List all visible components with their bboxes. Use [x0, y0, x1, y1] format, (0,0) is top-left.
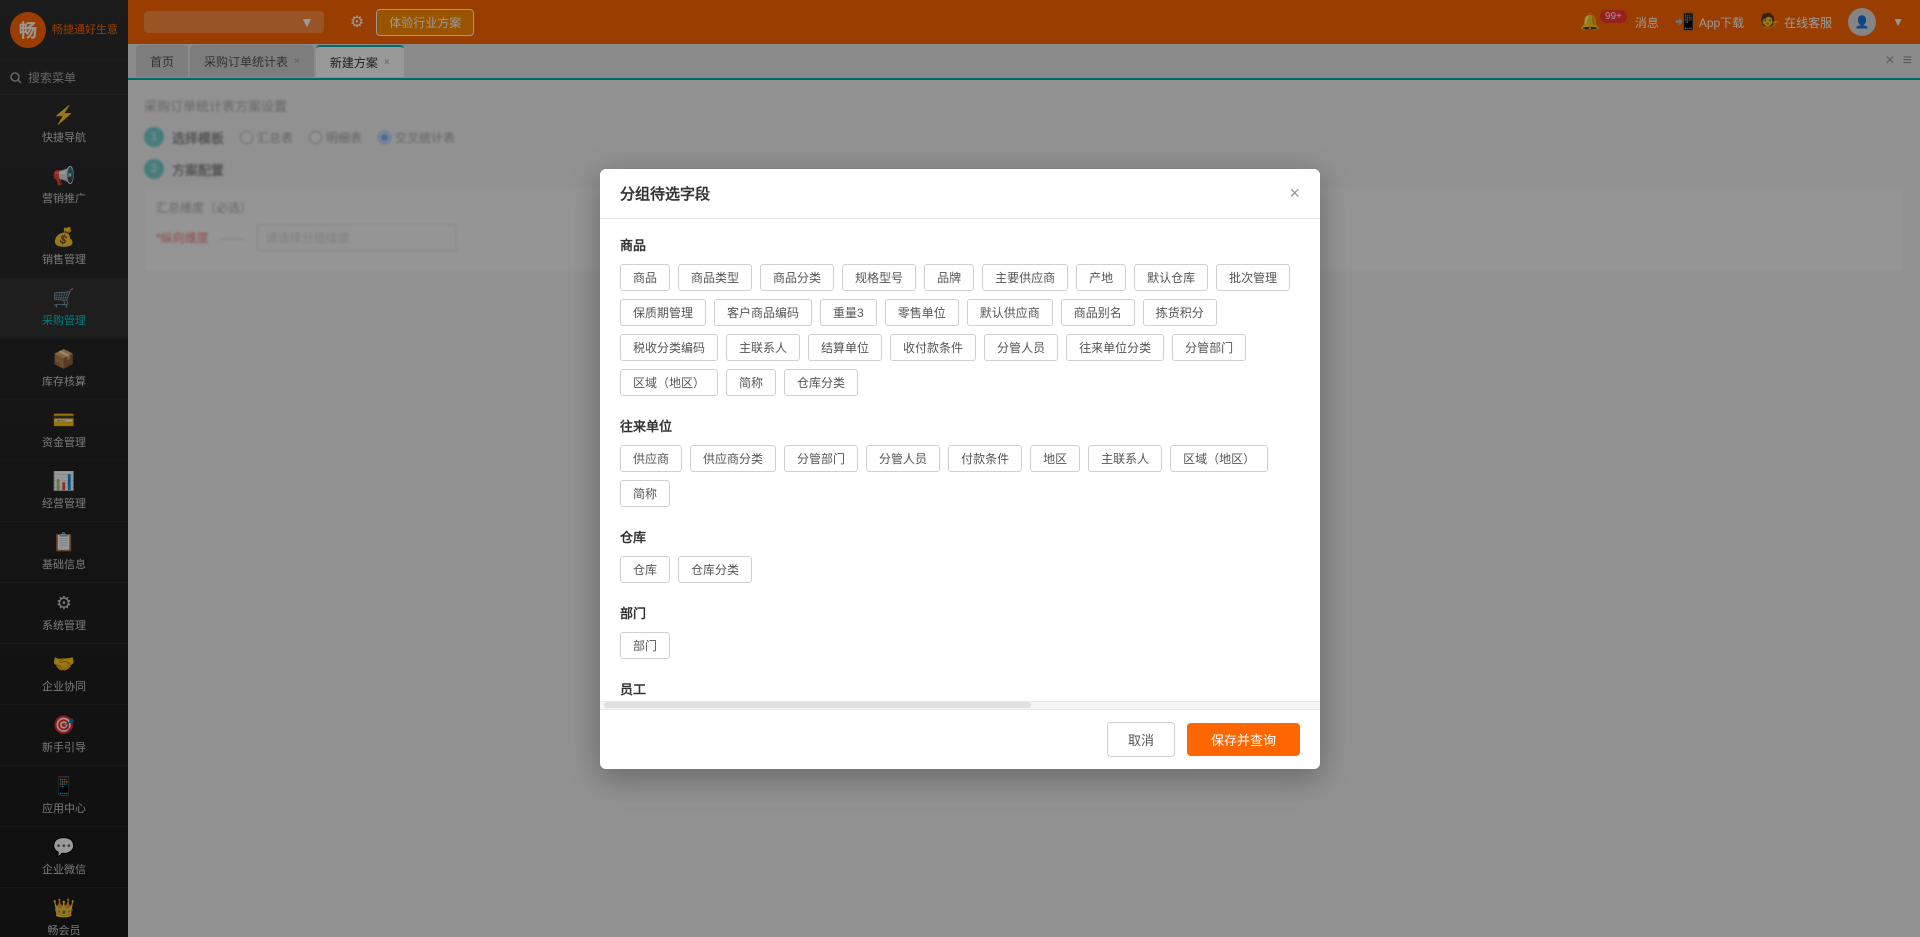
- dept-fields: 部门: [620, 632, 1300, 659]
- modal-close-button[interactable]: ×: [1289, 184, 1300, 202]
- modal-cancel-button[interactable]: 取消: [1107, 722, 1175, 757]
- partner-section: 往来单位 供应商 供应商分类 分管部门 分管人员 付款条件 地区 主联系人 区域…: [620, 416, 1300, 507]
- product-section: 商品 商品 商品类型 商品分类 规格型号 品牌 主要供应商 产地 默认仓库 批次…: [620, 235, 1300, 396]
- field-wh-category[interactable]: 仓库分类: [678, 556, 752, 583]
- field-tax-code[interactable]: 税收分类编码: [620, 334, 718, 361]
- field-warehouse-category[interactable]: 仓库分类: [784, 369, 858, 396]
- warehouse-section: 仓库 仓库 仓库分类: [620, 527, 1300, 583]
- field-retail-unit[interactable]: 零售单位: [885, 299, 959, 326]
- field-main-supplier[interactable]: 主要供应商: [982, 264, 1068, 291]
- field-partner-contact[interactable]: 主联系人: [1088, 445, 1162, 472]
- field-dept-field[interactable]: 部门: [620, 632, 670, 659]
- field-product-category[interactable]: 商品分类: [760, 264, 834, 291]
- field-partner-dept[interactable]: 分管部门: [784, 445, 858, 472]
- field-selection-modal: 分组待选字段 × 商品 商品 商品类型 商品分类 规格型号 品牌 主要供应商 产…: [600, 169, 1320, 769]
- field-default-supplier[interactable]: 默认供应商: [967, 299, 1053, 326]
- field-product[interactable]: 商品: [620, 264, 670, 291]
- dept-section: 部门 部门: [620, 603, 1300, 659]
- modal-header: 分组待选字段 ×: [600, 169, 1320, 219]
- staff-section-title: 员工: [620, 679, 1300, 698]
- field-product-type[interactable]: 商品类型: [678, 264, 752, 291]
- field-region-district[interactable]: 区域（地区）: [620, 369, 718, 396]
- field-main-contact[interactable]: 主联系人: [726, 334, 800, 361]
- field-pickup-points[interactable]: 拣货积分: [1143, 299, 1217, 326]
- field-from-unit-category[interactable]: 往来单位分类: [1066, 334, 1164, 361]
- field-area[interactable]: 地区: [1030, 445, 1080, 472]
- field-settlement-unit[interactable]: 结算单位: [808, 334, 882, 361]
- partner-fields: 供应商 供应商分类 分管部门 分管人员 付款条件 地区 主联系人 区域（地区） …: [620, 445, 1300, 507]
- field-batch-mgmt[interactable]: 批次管理: [1216, 264, 1290, 291]
- field-product-alias[interactable]: 商品别名: [1061, 299, 1135, 326]
- product-fields: 商品 商品类型 商品分类 规格型号 品牌 主要供应商 产地 默认仓库 批次管理 …: [620, 264, 1300, 396]
- field-origin[interactable]: 产地: [1076, 264, 1126, 291]
- field-short-name[interactable]: 简称: [726, 369, 776, 396]
- field-supplier-category[interactable]: 供应商分类: [690, 445, 776, 472]
- dept-section-title: 部门: [620, 603, 1300, 622]
- field-payment-condition[interactable]: 付款条件: [948, 445, 1022, 472]
- modal-overlay: 分组待选字段 × 商品 商品 商品类型 商品分类 规格型号 品牌 主要供应商 产…: [0, 0, 1920, 937]
- field-payment-terms[interactable]: 收付款条件: [890, 334, 976, 361]
- modal-body: 商品 商品 商品类型 商品分类 规格型号 品牌 主要供应商 产地 默认仓库 批次…: [600, 219, 1320, 701]
- field-weight3[interactable]: 重量3: [820, 299, 877, 326]
- staff-section: 员工 业务员: [620, 679, 1300, 701]
- product-section-title: 商品: [620, 235, 1300, 254]
- modal-save-button[interactable]: 保存并查询: [1187, 723, 1300, 756]
- modal-title: 分组待选字段: [620, 183, 710, 204]
- warehouse-section-title: 仓库: [620, 527, 1300, 546]
- modal-hscrollbar-thumb: [604, 702, 1031, 708]
- field-default-warehouse[interactable]: 默认仓库: [1134, 264, 1208, 291]
- field-partner-region[interactable]: 区域（地区）: [1170, 445, 1268, 472]
- field-supplier[interactable]: 供应商: [620, 445, 682, 472]
- field-dept-mgmt[interactable]: 分管部门: [1172, 334, 1246, 361]
- field-partner-short[interactable]: 简称: [620, 480, 670, 507]
- modal-footer: 取消 保存并查询: [600, 709, 1320, 769]
- field-brand[interactable]: 品牌: [924, 264, 974, 291]
- modal-hscrollbar[interactable]: [600, 701, 1320, 709]
- field-wh[interactable]: 仓库: [620, 556, 670, 583]
- field-manager[interactable]: 分管人员: [984, 334, 1058, 361]
- field-customer-code[interactable]: 客户商品编码: [714, 299, 812, 326]
- partner-section-title: 往来单位: [620, 416, 1300, 435]
- field-partner-manager[interactable]: 分管人员: [866, 445, 940, 472]
- field-spec-type[interactable]: 规格型号: [842, 264, 916, 291]
- field-quality-mgmt[interactable]: 保质期管理: [620, 299, 706, 326]
- warehouse-fields: 仓库 仓库分类: [620, 556, 1300, 583]
